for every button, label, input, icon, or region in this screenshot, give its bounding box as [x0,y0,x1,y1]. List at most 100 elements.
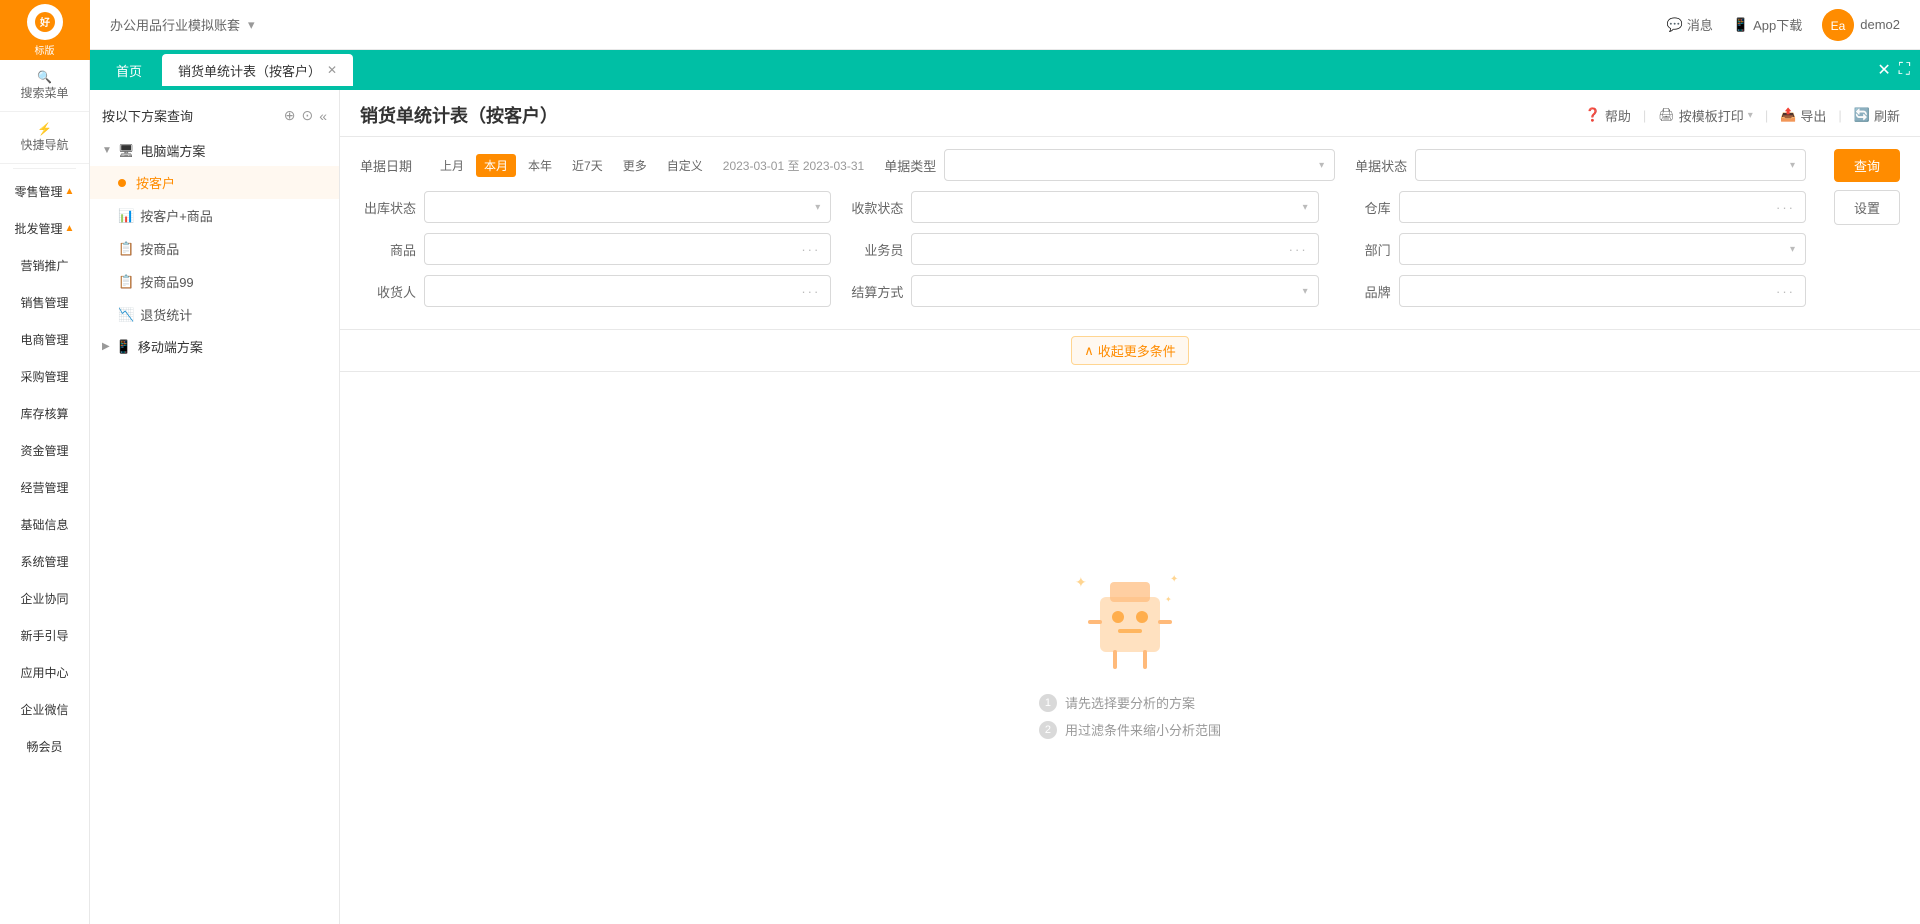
settings-button[interactable]: 设置 [1834,190,1900,225]
sidebar-item-member[interactable]: 畅会员 [0,728,89,765]
export-btn[interactable]: 📤 导出 [1780,106,1826,125]
sidebar-item-purchase[interactable]: 采购管理 [0,358,89,395]
quick-nav-item[interactable]: ⚡ 快捷导航 [0,112,89,164]
shortcut-more[interactable]: 更多 [615,154,655,177]
scheme-item-return-stats[interactable]: 📉 退货统计 [90,298,339,331]
shortcut-this-month[interactable]: 本月 [476,154,516,177]
sidebar-item-app-center[interactable]: 应用中心 [0,654,89,691]
empty-tips: 1 请先选择要分析的方案 2 用过滤条件来缩小分析范围 [1039,693,1221,739]
tab-close-icon[interactable]: ✕ [327,63,337,77]
sidebar-item-sales[interactable]: 销售管理 [0,284,89,321]
sidebar: 好 标版 🔍 搜索菜单 ⚡ 快捷导航 零售管理 ▲ 批发管理 ▲ 营销推广 销售… [0,0,90,924]
filter-row-2: 出库状态 ▾ 收款状态 ▾ [360,191,1806,223]
template-print-btn[interactable]: 🖨 按模板打印 ▾ [1658,106,1753,125]
user-menu-btn[interactable]: demo2 [1822,9,1900,41]
payment-select[interactable]: ▾ [911,275,1318,307]
scheme-add-btn[interactable]: ⊕ [284,107,296,124]
tab-sales-stats[interactable]: 销货单统计表（按客户） ✕ [162,54,353,86]
salesperson-select[interactable]: ··· [911,233,1318,265]
tip-num-2: 2 [1039,721,1057,739]
order-status-select[interactable]: ▾ [1415,149,1806,181]
refresh-btn[interactable]: 🔄 刷新 [1854,106,1900,125]
scheme-item-by-customer[interactable]: 按客户 [90,166,339,199]
order-status-arrow: ▾ [1790,160,1795,171]
filter-area: 单据日期 上月 本月 本年 近7天 更多 自定义 2023-03-01 至 20… [340,137,1826,329]
sidebar-item-finance[interactable]: 资金管理 [0,432,89,469]
date-range-display: 2023-03-01 至 2023-03-31 [723,157,864,174]
sidebar-item-base-info[interactable]: 基础信息 [0,506,89,543]
mobile-group-icon: 📱 [116,339,132,355]
sidebar-item-guide[interactable]: 新手引导 [0,617,89,654]
sidebar-item-ecommerce[interactable]: 电商管理 [0,321,89,358]
svg-text:✦: ✦ [1170,574,1178,585]
brand-dots: ··· [1776,284,1795,299]
sidebar-item-marketing[interactable]: 营销推广 [0,247,89,284]
order-type-select[interactable]: ▾ [944,149,1335,181]
scheme-group-pc: ▼ 🖥 电脑端方案 按客户 📊 按客户+商品 📋 按商品 [90,135,339,331]
group-pc-icon: 🖥 [118,143,135,159]
shortcut-this-year[interactable]: 本年 [520,154,560,177]
title-dropdown-arrow[interactable]: ▾ [248,17,255,33]
receiver-select[interactable]: ··· [424,275,831,307]
date-shortcuts: 上月 本月 本年 近7天 更多 自定义 2023-03-01 至 2023-03… [432,154,864,177]
sidebar-item-wholesale[interactable]: 批发管理 ▲ [0,210,89,247]
warehouse-select[interactable]: ··· [1399,191,1806,223]
shortcut-last-month[interactable]: 上月 [432,154,472,177]
sidebar-item-retail[interactable]: 零售管理 ▲ [0,173,89,210]
tab-maximize-btn[interactable]: ⛶ [1899,61,1910,79]
scheme-item-by-goods[interactable]: 📋 按商品 [90,232,339,265]
goods-select[interactable]: ··· [424,233,831,265]
tab-controls: ✕ ⛶ [1877,60,1910,80]
scheme-item-by-goods99[interactable]: 📋 按商品99 [90,265,339,298]
sidebar-item-enterprise[interactable]: 企业协同 [0,580,89,617]
receiver-label: 收货人 [360,282,416,301]
sidebar-item-system[interactable]: 系统管理 [0,543,89,580]
app-download-btn[interactable]: 📱 App下载 [1733,15,1802,34]
item-list2-icon: 📋 [118,274,134,290]
sidebar-item-operation[interactable]: 经营管理 [0,469,89,506]
search-menu-item[interactable]: 🔍 搜索菜单 [0,60,89,112]
empty-illustration: ✦ ✦ ✦ [1070,557,1190,677]
salesperson-item: 业务员 ··· [847,233,1318,265]
filter-action-buttons: 查询 设置 [1826,137,1920,329]
svg-text:✦: ✦ [1165,595,1172,604]
scheme-group-mobile-header[interactable]: ▶ 📱 移动端方案 [90,331,339,362]
print-icon: 🖨 [1658,107,1675,123]
item-list-icon: 📋 [118,241,134,257]
app-logo: 好 标版 [0,0,90,60]
order-status-label: 单据状态 [1351,156,1407,175]
receipt-status-select[interactable]: ▾ [911,191,1318,223]
brand-select[interactable]: ··· [1399,275,1806,307]
out-status-label: 出库状态 [360,198,416,217]
sidebar-item-inventory[interactable]: 库存核算 [0,395,89,432]
department-select[interactable]: ▾ [1399,233,1806,265]
query-button[interactable]: 查询 [1834,149,1900,182]
scheme-item-by-customer-goods[interactable]: 📊 按客户+商品 [90,199,339,232]
scheme-settings-btn[interactable]: ⊙ [301,107,313,124]
top-header: 办公用品行业模拟账套 ▾ 💬 消息 📱 App下载 demo2 [90,0,1920,50]
sidebar-item-wechat[interactable]: 企业微信 [0,691,89,728]
scheme-collapse-btn[interactable]: « [319,108,327,124]
collapse-icon: ∧ [1084,343,1094,359]
scheme-group-pc-header[interactable]: ▼ 🖥 电脑端方案 [90,135,339,166]
receiver-item: 收货人 ··· [360,275,831,307]
message-btn[interactable]: 💬 消息 [1667,15,1713,34]
help-btn[interactable]: ❓ 帮助 [1585,106,1631,125]
out-status-select[interactable]: ▾ [424,191,831,223]
svg-text:✦: ✦ [1075,574,1087,590]
empty-tip-1: 1 请先选择要分析的方案 [1039,693,1221,712]
shortcut-custom[interactable]: 自定义 [659,154,711,177]
collapse-button[interactable]: ∧ 收起更多条件 [1071,336,1189,365]
department-label: 部门 [1335,240,1391,259]
order-type-label: 单据类型 [880,156,936,175]
refresh-icon: 🔄 [1854,107,1870,123]
user-avatar [1822,9,1854,41]
filter-row-3: 商品 ··· 业务员 ··· [360,233,1806,265]
tab-close-btn[interactable]: ✕ [1877,60,1890,80]
message-icon: 💬 [1667,17,1683,33]
receipt-status-label: 收款状态 [847,198,903,217]
tab-home[interactable]: 首页 [100,54,158,86]
main-panel: 销货单统计表（按客户） ❓ 帮助 | 🖨 按模板打印 ▾ | 📤 [340,90,1920,924]
shortcut-7days[interactable]: 近7天 [564,154,611,177]
payment-label: 结算方式 [847,282,903,301]
